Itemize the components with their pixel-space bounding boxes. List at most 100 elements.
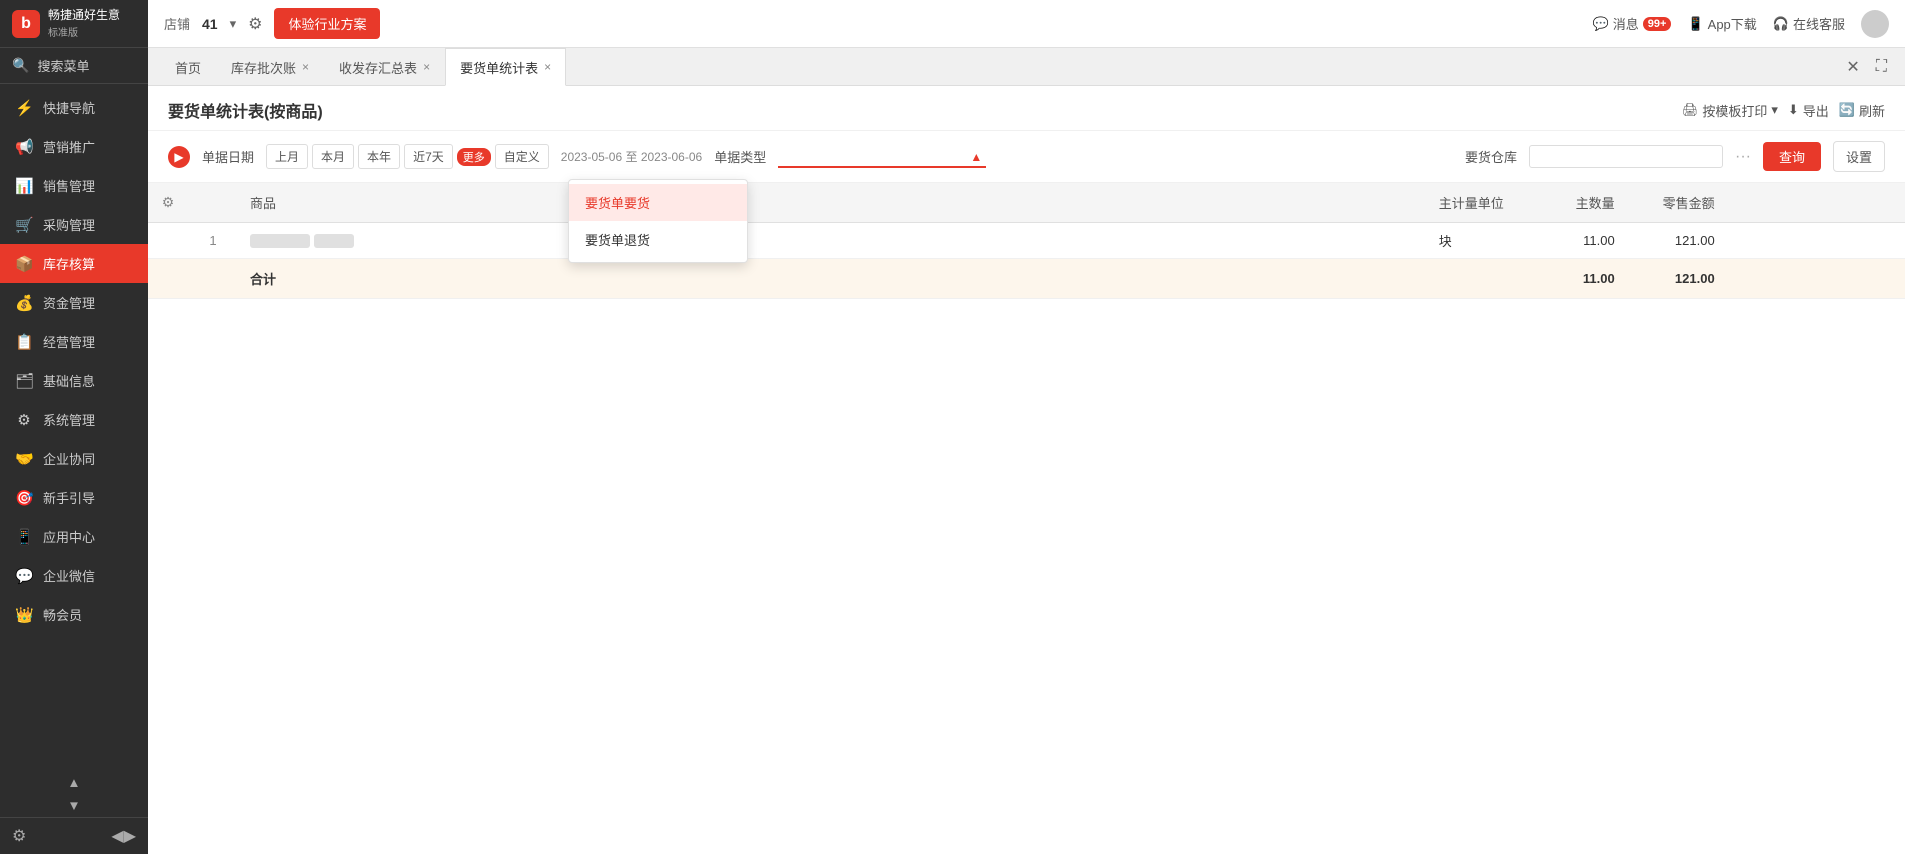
store-label: 店铺 [164,14,190,33]
dropdown-item-order-return[interactable]: 要货单退货 [569,221,747,258]
export-btn-label: 导出 [1803,101,1829,120]
sidebar-item-member[interactable]: 👑 畅会员 [0,595,148,634]
date-more-badge[interactable]: 更多 [457,148,491,166]
tab-collect-summary-close[interactable]: × [423,60,430,74]
sidebar-item-label: 企业协同 [43,449,95,468]
sidebar-item-purchase[interactable]: 🛒 采购管理 [0,205,148,244]
date-btn-this-month[interactable]: 本月 [312,144,354,169]
app-download-label: App下载 [1708,14,1757,33]
sidebar-scroll-down[interactable]: ▼ [0,794,148,817]
total-extra [1727,259,1905,299]
refresh-btn-label: 刷新 [1859,101,1885,120]
marketing-icon: 📢 [15,138,33,156]
collapse-icon[interactable]: ◀▶ [111,826,136,846]
store-dropdown-arrow[interactable]: ▾ [230,16,237,32]
app-sub: 标准版 [48,24,120,39]
guide-icon: 🎯 [15,489,33,507]
tab-batch-account-close[interactable]: × [302,60,309,74]
sidebar-item-enterprise[interactable]: 🤝 企业协同 [0,439,148,478]
type-select-arrow[interactable]: ▲ [970,150,982,164]
industry-btn[interactable]: 体验行业方案 [274,8,380,39]
filter-expand-btn[interactable]: ▶ [168,146,190,168]
dropdown-item-order-goods[interactable]: 要货单要货 [569,184,747,221]
row-product [238,223,1427,259]
logo-text: 畅捷通好生意 标准版 [48,8,120,39]
sidebar-item-inventory[interactable]: 📦 库存核算 [0,244,148,283]
refresh-icon: 🔄 [1839,102,1855,118]
date-custom-btn[interactable]: 自定义 [495,144,549,169]
date-btn-last-month[interactable]: 上月 [266,144,308,169]
table-settings-icon[interactable]: ⚙ [162,194,175,210]
col-num [188,183,238,223]
sidebar-item-marketing[interactable]: 📢 营销推广 [0,127,148,166]
sidebar-item-guide[interactable]: 🎯 新手引导 [0,478,148,517]
tab-batch-account[interactable]: 库存批次账 × [216,48,324,86]
sidebar-item-basic[interactable]: 🗂 基础信息 [0,361,148,400]
page-content: 要货单统计表(按商品) 🖨 按模板打印 ▾ ⬇ 导出 🔄 刷新 [148,86,1905,854]
sidebar-item-label: 营销推广 [43,137,95,156]
product-code-placeholder [314,234,354,248]
total-unit [1427,259,1527,299]
filter-settings-btn[interactable]: 设置 [1833,141,1885,172]
date-buttons: 上月 本月 本年 近7天 更多 自定义 [266,144,549,169]
more-filters-btn[interactable]: ··· [1735,148,1751,166]
print-btn[interactable]: 🖨 按模板打印 ▾ [1682,101,1778,120]
tab-home[interactable]: 首页 [160,48,216,86]
logo-icon: b [12,10,40,38]
purchase-icon: 🛒 [15,216,33,234]
col-settings: ⚙ [148,183,188,223]
sidebar-item-app-center[interactable]: 📱 应用中心 [0,517,148,556]
sidebar-bottom: ⚙ ◀▶ [0,817,148,854]
online-service-label: 在线客服 [1793,14,1845,33]
sidebar-item-label: 新手引导 [43,488,95,507]
expand-tabs-btn[interactable]: ⛶ [1870,55,1893,79]
header-settings-icon[interactable]: ⚙ [248,14,262,34]
filter-bar: ▶ 单据日期 上月 本月 本年 近7天 更多 自定义 2023-05-06 至 … [148,131,1905,183]
date-range: 2023-05-06 至 2023-06-06 [561,148,702,165]
tab-bar-actions: ✕ ⛶ [1840,55,1893,79]
main-area: 店铺 41 ▾ ⚙ 体验行业方案 💬 消息 99+ 📱 App下载 🎧 在线客服 [148,0,1905,854]
refresh-btn[interactable]: 🔄 刷新 [1839,101,1885,120]
finance-icon: 💰 [15,294,33,312]
messages-action[interactable]: 💬 消息 99+ [1593,14,1672,33]
sidebar-item-label: 基础信息 [43,371,95,390]
sidebar-scroll-up[interactable]: ▲ [0,771,148,794]
wechat-biz-icon: 💬 [15,567,33,585]
sidebar-item-label: 经营管理 [43,332,95,351]
sidebar-item-label: 快捷导航 [43,98,95,117]
search-icon: 🔍 [12,57,29,74]
sidebar-item-finance[interactable]: 💰 资金管理 [0,283,148,322]
tab-order-stats[interactable]: 要货单统计表 × [445,48,566,86]
export-btn[interactable]: ⬇ 导出 [1788,101,1829,120]
search-btn[interactable]: 查询 [1763,142,1821,171]
sidebar-item-wechat-biz[interactable]: 💬 企业微信 [0,556,148,595]
user-avatar[interactable] [1861,10,1889,38]
online-service-action[interactable]: 🎧 在线客服 [1773,14,1845,33]
date-btn-this-year[interactable]: 本年 [358,144,400,169]
basic-icon: 🗂 [15,372,33,390]
search-menu[interactable]: 🔍 搜索菜单 [0,48,148,84]
type-select-input[interactable] [778,145,986,168]
sidebar-item-system[interactable]: ⚙ 系统管理 [0,400,148,439]
row-qty: 11.00 [1527,223,1627,259]
warehouse-input[interactable] [1529,145,1723,168]
sidebar-item-operation[interactable]: 📋 经营管理 [0,322,148,361]
tab-collect-summary[interactable]: 收发存汇总表 × [324,48,445,86]
sidebar-item-quick-nav[interactable]: ⚡ 快捷导航 [0,88,148,127]
product-name-placeholder [250,234,310,248]
settings-icon[interactable]: ⚙ [12,826,26,846]
row-amount: 121.00 [1627,223,1727,259]
date-btn-7days[interactable]: 近7天 [404,144,453,169]
app-center-icon: 📱 [15,528,33,546]
tab-batch-account-label: 库存批次账 [231,58,296,77]
app-download-action[interactable]: 📱 App下载 [1687,14,1756,33]
top-header: 店铺 41 ▾ ⚙ 体验行业方案 💬 消息 99+ 📱 App下载 🎧 在线客服 [148,0,1905,48]
date-label: 单据日期 [202,147,254,166]
app-name: 畅捷通好生意 [48,8,120,24]
quick-nav-icon: ⚡ [15,99,33,117]
sidebar-item-sales[interactable]: 📊 销售管理 [0,166,148,205]
table-header-row: ⚙ 商品 主计量单位 主数量 零售金额 [148,183,1905,223]
tab-order-stats-close[interactable]: × [544,60,551,74]
sidebar-item-label: 系统管理 [43,410,95,429]
close-all-btn[interactable]: ✕ [1840,55,1865,79]
